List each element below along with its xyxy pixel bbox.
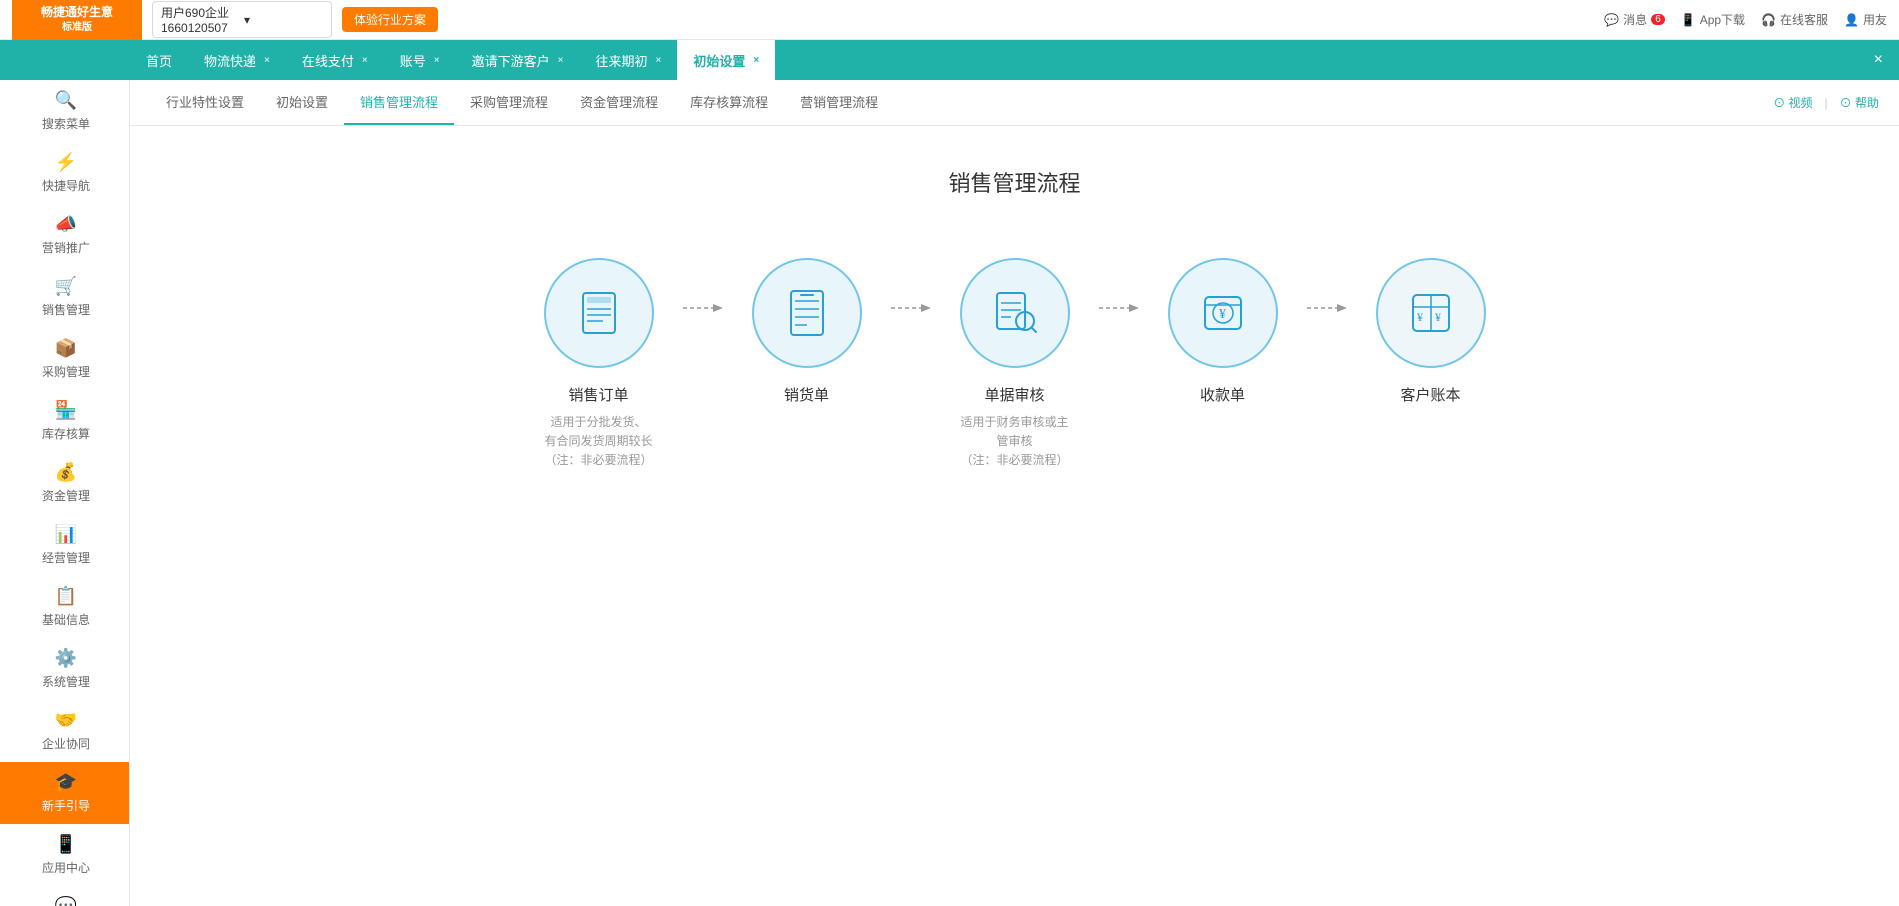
sidebar-item-operations[interactable]: 📊 经营管理 <box>0 514 129 576</box>
sub-tab-purchase-flow[interactable]: 采购管理流程 <box>454 80 564 125</box>
app-download-btn[interactable]: 📱 App下载 <box>1681 11 1745 28</box>
sub-tab-finance-flow[interactable]: 资金管理流程 <box>564 80 674 125</box>
svg-text:¥: ¥ <box>1219 307 1226 322</box>
sub-tab-inventory-flow[interactable]: 库存核算流程 <box>674 80 784 125</box>
receipt-circle: ¥ <box>1168 258 1278 368</box>
sidebar-item-collab[interactable]: 🤝 企业协同 <box>0 700 129 762</box>
mobile-icon: 📱 <box>55 834 77 855</box>
sub-tab-industry[interactable]: 行业特性设置 <box>150 80 260 125</box>
flow-node-ledger[interactable]: ¥ ¥ 客户账本 <box>1351 258 1511 413</box>
flow-node-wrapper-1: 销售订单 适用于分批发货、有合同发货周期较长（注：非必要流程） <box>519 258 679 471</box>
flow-node-review[interactable]: 单据审核 适用于财务审核或主管审核（注：非必要流程） <box>935 258 1095 471</box>
sub-tabs: 行业特性设置 初始设置 销售管理流程 采购管理流程 资金管理流程 库存核算流程 … <box>130 80 1899 126</box>
sub-tab-marketing-flow[interactable]: 营销管理流程 <box>784 80 894 125</box>
ledger-title: 客户账本 <box>1400 384 1460 405</box>
nav-tabs-bar: 首页 物流快递 × 在线支付 × 账号 × 邀请下游客户 × 往来期初 × 初始… <box>0 40 1899 80</box>
sidebar-item-wechat[interactable]: 💬 企业微信 <box>0 886 129 906</box>
invoice-circle <box>752 258 862 368</box>
sub-tabs-help: ⊙ 视频 | ⊙ 帮助 <box>1773 94 1879 111</box>
clipboard-icon: 📋 <box>55 586 77 607</box>
chart-icon: 📊 <box>55 524 77 545</box>
avatar-icon: 👤 <box>1844 13 1859 27</box>
user-avatar-btn[interactable]: 👤 用友 <box>1844 11 1887 28</box>
flow-node-invoice[interactable]: 销货单 <box>727 258 887 413</box>
sidebar-item-system[interactable]: ⚙️ 系统管理 <box>0 638 129 700</box>
guide-icon: 🎓 <box>55 772 77 793</box>
nav-tab-init-settings[interactable]: 初始设置 × <box>677 40 775 80</box>
messages-btn[interactable]: 💬 消息 6 <box>1604 11 1665 28</box>
sidebar-item-sales[interactable]: 🛒 销售管理 <box>0 266 129 328</box>
message-icon: 💬 <box>1604 13 1619 27</box>
top-bar-right: 💬 消息 6 📱 App下载 🎧 在线客服 👤 用友 <box>1604 11 1887 28</box>
review-desc: 适用于财务审核或主管审核（注：非必要流程） <box>960 413 1068 471</box>
sales-order-title: 销售订单 <box>568 384 628 405</box>
cart-icon: 🛒 <box>55 276 77 297</box>
sidebar-item-quick-nav[interactable]: ⚡ 快捷导航 <box>0 142 129 204</box>
sidebar-item-finance[interactable]: 💰 资金管理 <box>0 452 129 514</box>
svg-text:¥: ¥ <box>1417 310 1423 324</box>
sidebar-item-search[interactable]: 🔍 搜索菜单 <box>0 80 129 142</box>
page-title: 销售管理流程 <box>948 166 1080 198</box>
user-select[interactable]: 用户690企业1660120507 ▾ <box>152 1 332 38</box>
online-service-btn[interactable]: 🎧 在线客服 <box>1761 11 1828 28</box>
ledger-circle: ¥ ¥ <box>1376 258 1486 368</box>
sidebar-item-newbie[interactable]: 🎓 新手引导 <box>0 762 129 824</box>
sidebar-item-basic-info[interactable]: 📋 基础信息 <box>0 576 129 638</box>
nav-tab-invite[interactable]: 邀请下游客户 × <box>456 40 580 80</box>
sub-tab-init[interactable]: 初始设置 <box>260 80 344 125</box>
top-bar: 畅捷通好生意 标准版 用户690企业1660120507 ▾ 体验行业方案 💬 … <box>0 0 1899 40</box>
sub-tab-sales-flow[interactable]: 销售管理流程 <box>344 80 454 125</box>
nav-tab-logistics[interactable]: 物流快递 × <box>188 40 286 80</box>
arrow-4 <box>1307 258 1347 318</box>
sales-order-desc: 适用于分批发货、有合同发货周期较长（注：非必要流程） <box>544 413 652 471</box>
flow-node-wrapper-4: ¥ 收款单 <box>1143 258 1303 413</box>
lightning-icon: ⚡ <box>55 152 77 173</box>
invoice-title: 销货单 <box>784 384 829 405</box>
nav-tab-payment[interactable]: 在线支付 × <box>286 40 384 80</box>
sidebar-item-inventory[interactable]: 🏪 库存核算 <box>0 390 129 452</box>
flow-node-wrapper-3: 单据审核 适用于财务审核或主管审核（注：非必要流程） <box>935 258 1095 471</box>
help-link[interactable]: ⊙ 帮助 <box>1840 94 1879 111</box>
wechat-icon: 💬 <box>55 896 77 906</box>
sidebar-item-marketing[interactable]: 📣 营销推广 <box>0 204 129 266</box>
dropdown-icon: ▾ <box>244 13 323 27</box>
flow-node-sales-order[interactable]: 销售订单 适用于分批发货、有合同发货周期较长（注：非必要流程） <box>519 258 679 471</box>
nav-tab-period[interactable]: 往来期初 × <box>579 40 677 80</box>
gear-icon: ⚙️ <box>55 648 77 669</box>
money-icon: 💰 <box>55 462 77 483</box>
video-link[interactable]: ⊙ 视频 <box>1773 94 1812 111</box>
nav-tab-account[interactable]: 账号 × <box>384 40 456 80</box>
main-layout: 🔍 搜索菜单 ⚡ 快捷导航 📣 营销推广 🛒 销售管理 📦 采购管理 🏪 库存核… <box>0 80 1899 906</box>
flow-node-receipt[interactable]: ¥ 收款单 <box>1143 258 1303 413</box>
review-circle <box>960 258 1070 368</box>
main-content: 行业特性设置 初始设置 销售管理流程 采购管理流程 资金管理流程 库存核算流程 … <box>130 80 1899 906</box>
sales-order-circle <box>544 258 654 368</box>
headset-icon: 🎧 <box>1761 13 1776 27</box>
store-icon: 🏪 <box>55 400 77 421</box>
flow-area: 销售管理流程 销售 <box>130 126 1899 906</box>
arrow-1 <box>683 258 723 318</box>
box-icon: 📦 <box>55 338 77 359</box>
sidebar: 🔍 搜索菜单 ⚡ 快捷导航 📣 营销推广 🛒 销售管理 📦 采购管理 🏪 库存核… <box>0 80 130 906</box>
review-title: 单据审核 <box>984 384 1044 405</box>
brand-name: 畅捷通好生意 标准版 <box>41 5 113 34</box>
brand-logo: 畅捷通好生意 标准版 <box>12 0 142 40</box>
handshake-icon: 🤝 <box>55 710 77 731</box>
flow-node-wrapper-2: 销货单 <box>727 258 887 413</box>
arrow-2 <box>891 258 931 318</box>
megaphone-icon: 📣 <box>55 214 77 235</box>
nav-bar-close[interactable]: × <box>1858 51 1899 69</box>
trial-btn[interactable]: 体验行业方案 <box>342 7 438 32</box>
receipt-title: 收款单 <box>1200 384 1245 405</box>
svg-text:¥: ¥ <box>1435 310 1441 324</box>
flow-nodes: 销售订单 适用于分批发货、有合同发货周期较长（注：非必要流程） <box>519 258 1511 471</box>
search-icon: 🔍 <box>55 90 77 111</box>
arrow-3 <box>1099 258 1139 318</box>
sidebar-item-purchase[interactable]: 📦 采购管理 <box>0 328 129 390</box>
sidebar-item-app-center[interactable]: 📱 应用中心 <box>0 824 129 886</box>
flow-node-wrapper-5: ¥ ¥ 客户账本 <box>1351 258 1511 413</box>
nav-tab-home[interactable]: 首页 <box>130 40 188 80</box>
phone-icon: 📱 <box>1681 13 1696 27</box>
